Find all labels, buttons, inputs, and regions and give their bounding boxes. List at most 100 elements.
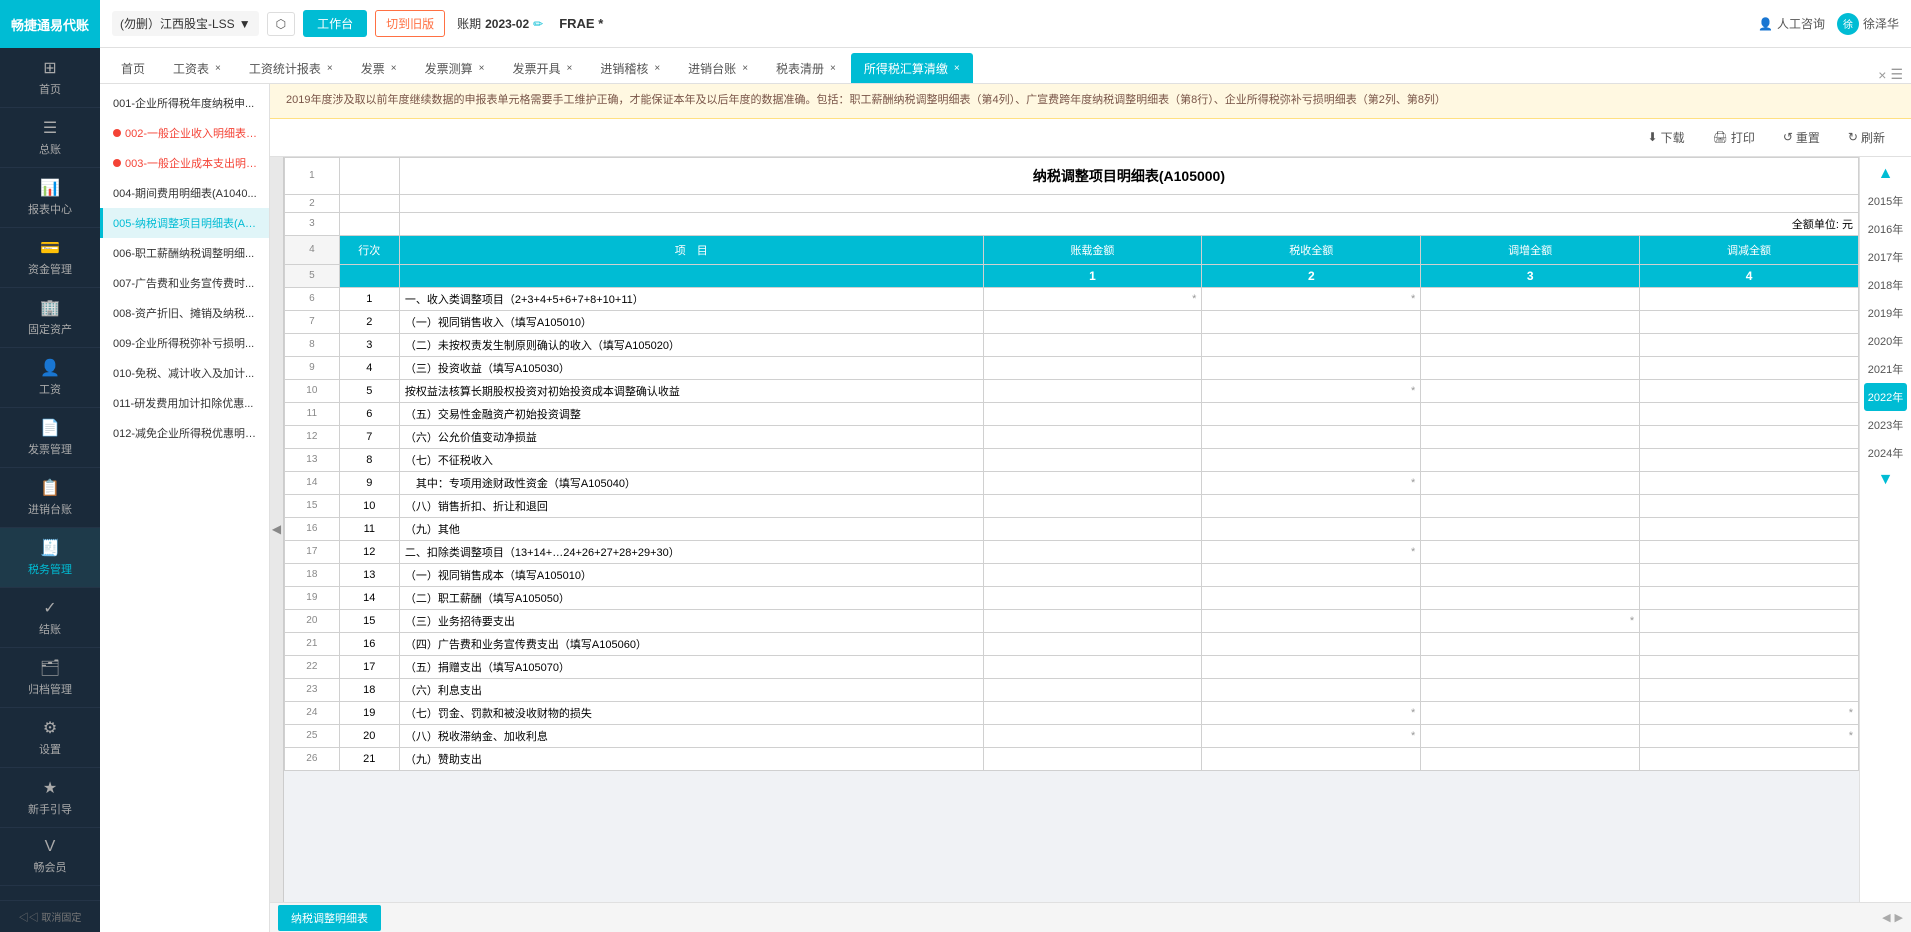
value-cell[interactable]: *: [1202, 701, 1421, 724]
hang-num-cell[interactable]: 18: [339, 678, 399, 701]
value-cell[interactable]: [1640, 655, 1859, 678]
value-cell[interactable]: [1202, 425, 1421, 448]
value-cell[interactable]: [1421, 379, 1640, 402]
close-all-icon[interactable]: ×: [1878, 67, 1886, 83]
scroll-right-icon[interactable]: ▶: [1895, 911, 1903, 924]
hang-num-cell[interactable]: 21: [339, 747, 399, 770]
value-cell[interactable]: [1421, 563, 1640, 586]
sidebar-item-finance[interactable]: 💳 资金管理: [0, 228, 100, 288]
hang-num-cell[interactable]: 2: [339, 310, 399, 333]
value-cell[interactable]: [983, 517, 1202, 540]
sidebar-item-asset[interactable]: 🏢 固定资产: [0, 288, 100, 348]
value-cell[interactable]: [983, 356, 1202, 379]
sidebar-item-tax[interactable]: 🧾 税务管理: [0, 528, 100, 588]
tab-payroll[interactable]: 工资表 ×: [160, 53, 234, 83]
value-cell[interactable]: [983, 632, 1202, 655]
value-cell[interactable]: [1202, 655, 1421, 678]
company-selector[interactable]: (勿删）江西股宝-LSS ▼: [112, 11, 259, 36]
value-cell[interactable]: [1202, 356, 1421, 379]
value-cell[interactable]: [1640, 563, 1859, 586]
value-cell[interactable]: [1421, 747, 1640, 770]
hang-num-cell[interactable]: 3: [339, 333, 399, 356]
value-cell[interactable]: [1202, 517, 1421, 540]
item-cell[interactable]: （五）捐赠支出（填写A105070）: [399, 655, 983, 678]
item-cell[interactable]: （一）视同销售成本（填写A105010）: [399, 563, 983, 586]
hang-num-cell[interactable]: 4: [339, 356, 399, 379]
value-cell[interactable]: [1202, 448, 1421, 471]
tab-invoice[interactable]: 发票 ×: [348, 53, 410, 83]
close-icon[interactable]: ×: [954, 63, 960, 74]
sidebar-item-settle[interactable]: ✓ 结账: [0, 588, 100, 648]
hang-num-cell[interactable]: 1: [339, 287, 399, 310]
item-cell[interactable]: （三）业务招待要支出: [399, 609, 983, 632]
print-button[interactable]: 🖨 打印: [1703, 125, 1765, 150]
hang-num-cell[interactable]: 17: [339, 655, 399, 678]
value-cell[interactable]: [983, 494, 1202, 517]
item-cell[interactable]: （六）公允价值变动净损益: [399, 425, 983, 448]
download-button[interactable]: ⬇ 下载: [1638, 125, 1695, 150]
year-item[interactable]: 2015年: [1864, 187, 1907, 215]
value-cell[interactable]: [1640, 471, 1859, 494]
form-list-item-003[interactable]: 003-一般企业成本支出明细...: [100, 148, 269, 178]
hang-num-cell[interactable]: 9: [339, 471, 399, 494]
value-cell[interactable]: [1202, 494, 1421, 517]
form-list-item-012[interactable]: 012-减免企业所得税优惠明细(…: [100, 418, 269, 448]
reset-button[interactable]: ↺ 重置: [1773, 125, 1830, 150]
value-cell[interactable]: [983, 471, 1202, 494]
value-cell[interactable]: [983, 310, 1202, 333]
workbench-button[interactable]: 工作台: [303, 10, 367, 37]
value-cell[interactable]: [983, 678, 1202, 701]
scroll-left-icon[interactable]: ◀: [1882, 911, 1890, 924]
item-cell[interactable]: （三）投资收益（填写A105030）: [399, 356, 983, 379]
item-cell[interactable]: （四）广告费和业务宣传费支出（填写A105060）: [399, 632, 983, 655]
year-item[interactable]: 2022年: [1864, 383, 1907, 411]
value-cell[interactable]: [1202, 586, 1421, 609]
tab-tax-clear[interactable]: 税表清册 ×: [763, 53, 849, 83]
value-cell[interactable]: [1202, 609, 1421, 632]
value-cell[interactable]: [1421, 632, 1640, 655]
item-cell[interactable]: 一、收入类调整项目（2+3+4+5+6+7+8+10+11）: [399, 287, 983, 310]
item-cell[interactable]: （六）利息支出: [399, 678, 983, 701]
value-cell[interactable]: [983, 379, 1202, 402]
value-cell[interactable]: [1421, 402, 1640, 425]
item-cell[interactable]: （八）销售折扣、折让和退回: [399, 494, 983, 517]
year-item[interactable]: 2016年: [1864, 215, 1907, 243]
value-cell[interactable]: [1202, 402, 1421, 425]
close-icon[interactable]: ×: [479, 63, 485, 74]
value-cell[interactable]: [983, 586, 1202, 609]
form-list-item-006[interactable]: 006-职工薪酬纳税调整明细...: [100, 238, 269, 268]
sidebar-item-archive[interactable]: 🗂 归档管理: [0, 648, 100, 708]
item-cell[interactable]: 其中：专项用途财政性资金（填写A105040）: [399, 471, 983, 494]
value-cell[interactable]: [1640, 448, 1859, 471]
value-cell[interactable]: *: [983, 287, 1202, 310]
refresh-button[interactable]: ↻ 刷新: [1838, 125, 1895, 150]
form-list-item-010[interactable]: 010-免税、减计收入及加计...: [100, 358, 269, 388]
period-edit-icon[interactable]: ✏: [533, 17, 543, 31]
value-cell[interactable]: [983, 701, 1202, 724]
tab-invoice-calc[interactable]: 发票测算 ×: [412, 53, 498, 83]
year-down-button[interactable]: ▼: [1874, 467, 1898, 493]
value-cell[interactable]: [1640, 333, 1859, 356]
item-cell[interactable]: （一）视同销售收入（填写A105010）: [399, 310, 983, 333]
sidebar-item-ledger[interactable]: ☰ 总账: [0, 108, 100, 168]
item-cell[interactable]: （二）未按权责发生制原则确认的收入（填写A105020）: [399, 333, 983, 356]
value-cell[interactable]: [983, 333, 1202, 356]
value-cell[interactable]: [1421, 724, 1640, 747]
value-cell[interactable]: [1421, 540, 1640, 563]
value-cell[interactable]: [1421, 701, 1640, 724]
unpin-button[interactable]: ◁◁ 取消固定: [0, 900, 100, 932]
tab-input-check[interactable]: 进销稽核 ×: [587, 53, 673, 83]
hang-num-cell[interactable]: 10: [339, 494, 399, 517]
year-item[interactable]: 2019年: [1864, 299, 1907, 327]
sidebar-item-guide[interactable]: ★ 新手引导: [0, 768, 100, 828]
item-cell[interactable]: （八）税收滞纳金、加收利息: [399, 724, 983, 747]
hang-num-cell[interactable]: 6: [339, 402, 399, 425]
value-cell[interactable]: [1421, 586, 1640, 609]
form-list-item-005[interactable]: 005-纳税调整项目明细表(A1...: [100, 208, 269, 238]
hang-num-cell[interactable]: 13: [339, 563, 399, 586]
value-cell[interactable]: [1421, 517, 1640, 540]
item-cell[interactable]: （九）赞助支出: [399, 747, 983, 770]
form-list-item-001[interactable]: 001-企业所得税年度纳税申...: [100, 88, 269, 118]
year-item[interactable]: 2023年: [1864, 411, 1907, 439]
tab-home[interactable]: 首页: [108, 53, 158, 83]
